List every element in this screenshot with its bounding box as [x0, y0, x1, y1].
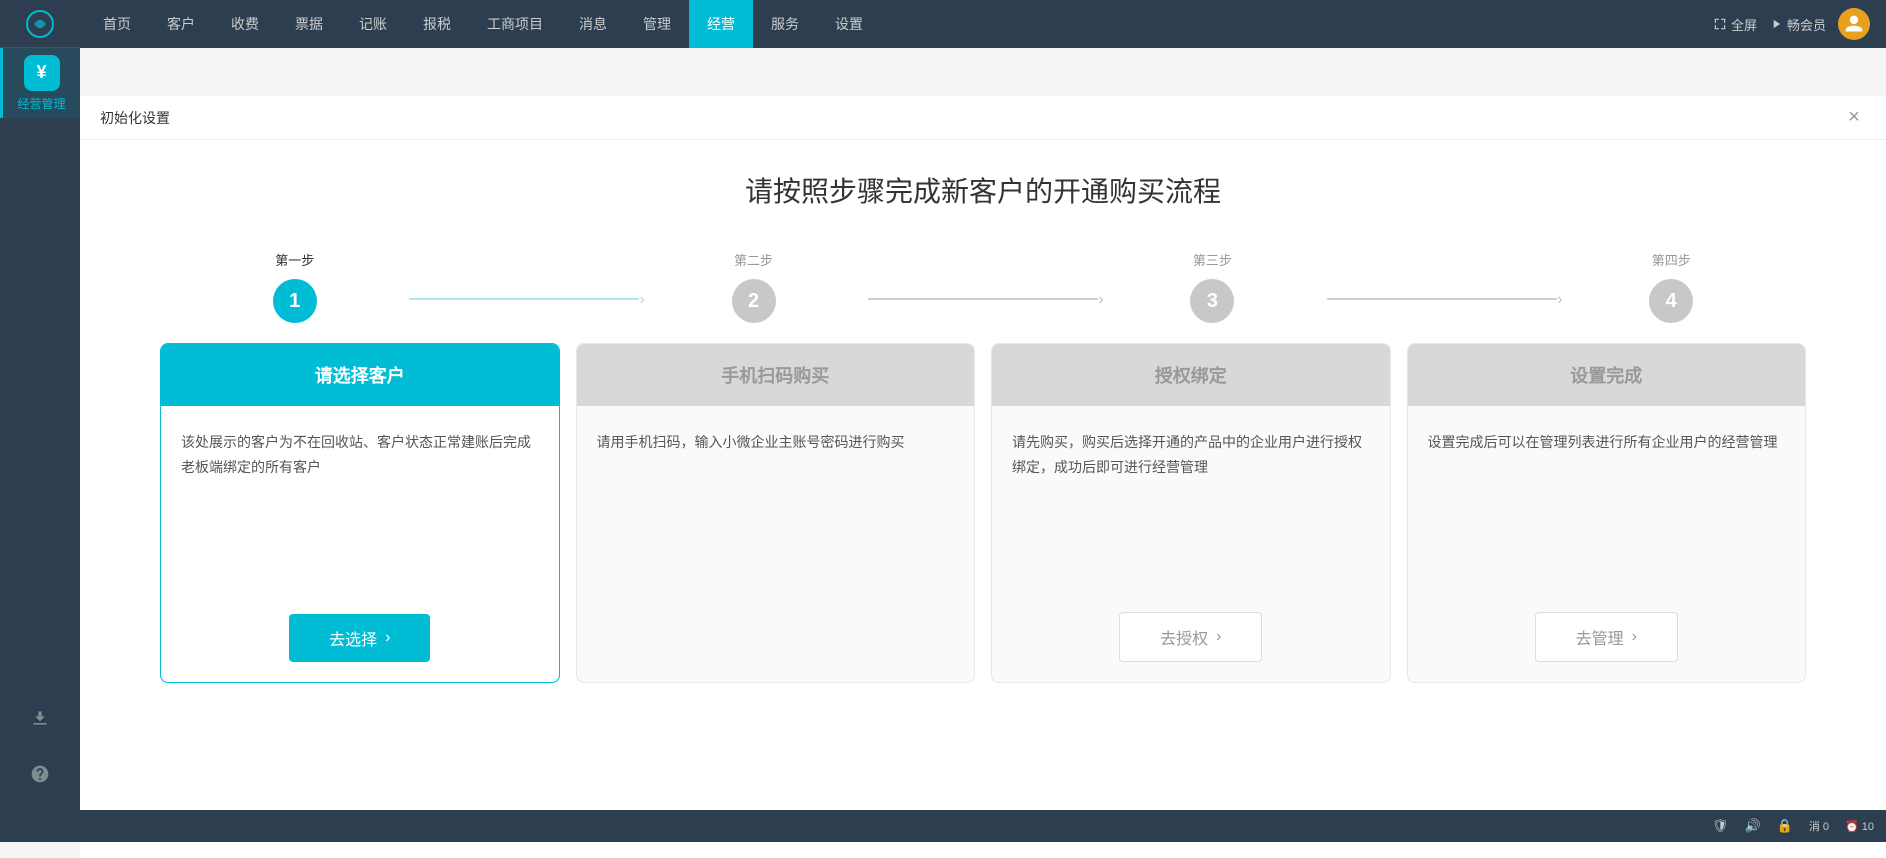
fullscreen-icon: [1713, 17, 1727, 31]
support-icon: [30, 764, 50, 784]
step-card-2: 手机扫码购买 请用手机扫码，输入小微企业主账号密码进行购买: [576, 343, 976, 683]
step-3-circle: 3: [1190, 279, 1234, 323]
step-4-circle: 4: [1649, 279, 1693, 323]
card-4-header: 设置完成: [1408, 344, 1806, 406]
nav-right: 全屏 畅会员: [1713, 8, 1886, 40]
video-icon: [1769, 17, 1783, 31]
logo-icon: [26, 10, 54, 38]
top-nav: 首页 客户 收费 票据 记账 报税 工商项目 消息 管理 经营 服务 设置 全屏…: [0, 0, 1886, 48]
step-1-action-btn[interactable]: 去选择 ›: [289, 614, 430, 662]
sidebar-download[interactable]: [0, 690, 80, 746]
nav-piaoju[interactable]: 票据: [277, 0, 341, 48]
step-1-header: 第一步 1: [180, 250, 409, 323]
step-4-action-btn[interactable]: 去管理 ›: [1535, 612, 1678, 662]
step-1-circle: 1: [273, 279, 317, 323]
sidebar-item-jingying[interactable]: ¥ 经营管理: [0, 48, 80, 118]
status-bar: ▶ 完成 🛡 🔊 🔒 消 0 ⏰ 10: [0, 810, 1886, 842]
connector-1: ›: [409, 298, 638, 300]
connector-2: ›: [868, 298, 1097, 300]
page-title: 初始化设置: [100, 108, 170, 128]
card-1-footer: 去选择 ›: [161, 594, 559, 682]
step-3-action-btn[interactable]: 去授权 ›: [1119, 612, 1262, 662]
step-2-label: 第二步: [734, 250, 773, 269]
step-card-4: 设置完成 设置完成后可以在管理列表进行所有企业用户的经营管理 去管理 ›: [1407, 343, 1807, 683]
jingying-icon: ¥: [24, 55, 60, 91]
nav-shouye[interactable]: 首页: [85, 0, 149, 48]
avatar-icon: [1844, 14, 1864, 34]
connector-3: ›: [1327, 298, 1556, 300]
user-avatar[interactable]: [1838, 8, 1870, 40]
nav-shoufei[interactable]: 收费: [213, 0, 277, 48]
step-2-circle: 2: [732, 279, 776, 323]
card-2-footer: [577, 642, 975, 682]
sidebar: ¥ 经营管理: [0, 0, 80, 842]
sidebar-logo: [0, 0, 80, 48]
card-1-body: 该处展示的客户为不在回收站、客户状态正常建账后完成老板端绑定的所有客户: [161, 406, 559, 594]
card-1-header: 请选择客户: [161, 344, 559, 406]
nav-kehu[interactable]: 客户: [149, 0, 213, 48]
download-icon: [30, 708, 50, 728]
card-3-header: 授权绑定: [992, 344, 1390, 406]
nav-guanli[interactable]: 管理: [625, 0, 689, 48]
steps-flow-header: 第一步 1 › 第二步 2 › 第三步 3 ›: [120, 250, 1846, 323]
nav-fuwu[interactable]: 服务: [753, 0, 817, 48]
card-4-body: 设置完成后可以在管理列表进行所有企业用户的经营管理: [1408, 406, 1806, 592]
page-header: 初始化设置 ×: [80, 96, 1886, 140]
steps-main-title: 请按照步骤完成新客户的开通购买流程: [120, 170, 1846, 210]
lock-icon: 🔒: [1777, 818, 1793, 834]
card-3-footer: 去授权 ›: [992, 592, 1390, 682]
card-2-body: 请用手机扫码，输入小微企业主账号密码进行购买: [577, 406, 975, 642]
nav-jingying[interactable]: 经营: [689, 0, 753, 48]
nav-shezhi[interactable]: 设置: [817, 0, 881, 48]
card-4-footer: 去管理 ›: [1408, 592, 1806, 682]
cards-row: 请选择客户 该处展示的客户为不在回收站、客户状态正常建账后完成老板端绑定的所有客…: [120, 343, 1846, 683]
steps-container: 请按照步骤完成新客户的开通购买流程 第一步 1 › 第二步 2 › 第: [80, 140, 1886, 703]
status-bar-right: 🛡 🔊 🔒 消 0 ⏰ 10: [1712, 818, 1874, 834]
sidebar-bottom: [0, 690, 80, 842]
time-text: ⏰ 10: [1845, 820, 1874, 833]
nav-jizhang[interactable]: 记账: [341, 0, 405, 48]
step-4-label: 第四步: [1652, 250, 1691, 269]
close-button[interactable]: ×: [1842, 106, 1866, 130]
step-card-3: 授权绑定 请先购买，购买后选择开通的产品中的企业用户进行授权绑定，成功后即可进行…: [991, 343, 1391, 683]
sidebar-support[interactable]: [0, 746, 80, 802]
step-1-label: 第一步: [275, 250, 314, 269]
card-2-header: 手机扫码购买: [577, 344, 975, 406]
nav-baoshui[interactable]: 报税: [405, 0, 469, 48]
step-4-header: 第四步 4: [1557, 250, 1786, 323]
step-3-header: 第三步 3: [1098, 250, 1327, 323]
step-3-label: 第三步: [1193, 250, 1232, 269]
nav-xiaoxi[interactable]: 消息: [561, 0, 625, 48]
step-2-header: 第二步 2: [639, 250, 868, 323]
fullscreen-btn[interactable]: 全屏: [1713, 15, 1757, 34]
vip-btn[interactable]: 畅会员: [1769, 15, 1826, 34]
shield-status-icon: 🛡: [1712, 818, 1729, 834]
step-card-1: 请选择客户 该处展示的客户为不在回收站、客户状态正常建账后完成老板端绑定的所有客…: [160, 343, 560, 683]
card-3-body: 请先购买，购买后选择开通的产品中的企业用户进行授权绑定，成功后即可进行经营管理: [992, 406, 1390, 592]
main-area: 初始化设置 × 请按照步骤完成新客户的开通购买流程 第一步 1 › 第二步 2 …: [80, 96, 1886, 858]
counter-text: 消 0: [1809, 818, 1829, 834]
nav-gongshang[interactable]: 工商项目: [469, 0, 561, 48]
volume-icon: 🔊: [1744, 818, 1760, 834]
